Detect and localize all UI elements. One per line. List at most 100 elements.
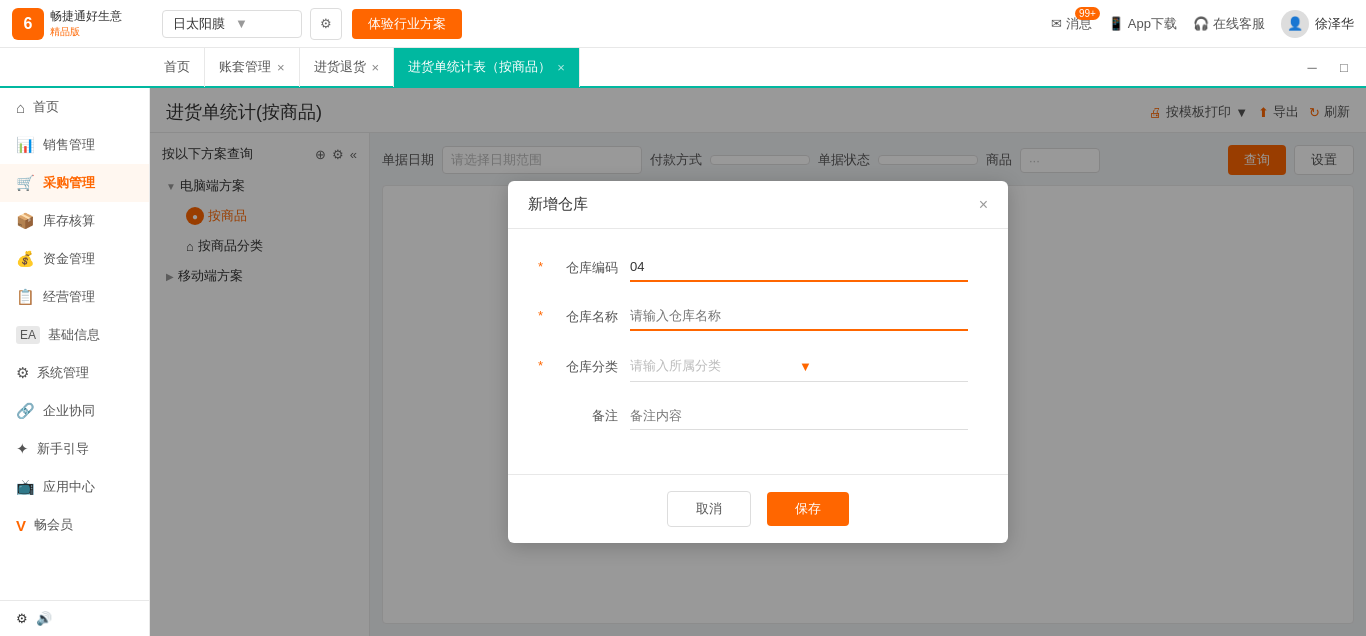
sidebar-item-enterprise[interactable]: 🔗 企业协同 (0, 392, 149, 430)
sidebar-system-label: 系统管理 (37, 364, 89, 382)
sidebar-item-system[interactable]: ⚙ 系统管理 (0, 354, 149, 392)
category-placeholder: 请输入所属分类 (630, 357, 799, 375)
message-badge: 99+ (1075, 7, 1100, 20)
message-button[interactable]: ✉ 消息 99+ (1051, 15, 1092, 33)
app-icon: 📱 (1108, 16, 1124, 31)
code-label: 仓库编码 (548, 259, 618, 277)
service-button[interactable]: 🎧 在线客服 (1193, 15, 1265, 33)
sidebar-item-app-center[interactable]: 📺 应用中心 (0, 468, 149, 506)
form-row-category: 仓库分类 请输入所属分类 ▼ (548, 351, 968, 382)
sidebar-item-guide[interactable]: ✦ 新手引导 (0, 430, 149, 468)
note-input[interactable] (630, 402, 968, 430)
logo-area: 6 畅捷通好生意 精品版 (12, 8, 162, 40)
sidebar-app-center-label: 应用中心 (43, 478, 95, 496)
tab-purchase-stats-close[interactable]: × (557, 60, 565, 75)
cancel-button[interactable]: 取消 (667, 491, 751, 527)
sidebar-item-basic-info[interactable]: EA 基础信息 (0, 316, 149, 354)
sales-icon: 📊 (16, 136, 35, 154)
sidebar: ⌂ 首页 📊 销售管理 🛒 采购管理 📦 库存核算 💰 资金管理 📋 经营管理 … (0, 88, 150, 636)
sidebar-enterprise-label: 企业协同 (43, 402, 95, 420)
volume-icon[interactable]: 🔊 (36, 611, 52, 626)
service-label: 在线客服 (1213, 15, 1265, 33)
app-label: App下载 (1128, 15, 1177, 33)
form-row-code: 仓库编码 (548, 253, 968, 282)
tab-maximize-button[interactable]: □ (1330, 53, 1358, 81)
sidebar-sales-label: 销售管理 (43, 136, 95, 154)
store-name: 日太阳膜 (173, 15, 229, 33)
sidebar-item-home[interactable]: ⌂ 首页 (0, 88, 149, 126)
chevron-down-icon: ▼ (235, 16, 291, 31)
membership-icon: V (16, 517, 26, 534)
modal-overlay: 新增仓库 × 仓库编码 仓库名称 仓库分类 (150, 88, 1366, 636)
sidebar-basic-label: 基础信息 (48, 326, 100, 344)
sidebar-guide-label: 新手引导 (37, 440, 89, 458)
tab-purchase-stats[interactable]: 进货单统计表（按商品） × (394, 47, 580, 87)
category-select[interactable]: 请输入所属分类 ▼ (630, 351, 968, 382)
tab-account[interactable]: 账套管理 × (205, 47, 300, 87)
user-area[interactable]: 👤 徐泽华 (1281, 10, 1354, 38)
home-icon: ⌂ (16, 99, 25, 116)
modal-body: 仓库编码 仓库名称 仓库分类 请输入所属分类 ▼ (508, 229, 1008, 474)
app-download-button[interactable]: 📱 App下载 (1108, 15, 1177, 33)
tab-purchase-return-label: 进货退货 (314, 58, 366, 76)
tab-bar: 首页 账套管理 × 进货退货 × 进货单统计表（按商品） × ─ □ (0, 48, 1366, 88)
name-label: 仓库名称 (548, 308, 618, 326)
basic-info-icon: EA (16, 326, 40, 344)
tab-purchase-return[interactable]: 进货退货 × (300, 47, 395, 87)
sidebar-item-inventory[interactable]: 📦 库存核算 (0, 202, 149, 240)
category-label: 仓库分类 (548, 358, 618, 376)
tab-account-label: 账套管理 (219, 58, 271, 76)
enterprise-icon: 🔗 (16, 402, 35, 420)
avatar: 👤 (1281, 10, 1309, 38)
tab-purchase-stats-label: 进货单统计表（按商品） (408, 58, 551, 76)
user-name: 徐泽华 (1315, 15, 1354, 33)
modal-title: 新增仓库 (528, 195, 588, 214)
code-input[interactable] (630, 253, 968, 282)
headset-icon: 🎧 (1193, 16, 1209, 31)
tab-home[interactable]: 首页 (150, 47, 205, 87)
sidebar-operations-label: 经营管理 (43, 288, 95, 306)
modal-close-button[interactable]: × (979, 196, 988, 214)
tab-minimize-button[interactable]: ─ (1298, 53, 1326, 81)
store-selector[interactable]: 日太阳膜 ▼ (162, 10, 302, 38)
tab-home-label: 首页 (164, 58, 190, 76)
sidebar-bottom: ⚙ 🔊 (0, 600, 149, 636)
logo-text: 畅捷通好生意 (50, 8, 122, 25)
category-arrow-icon: ▼ (799, 359, 968, 374)
sidebar-purchase-label: 采购管理 (43, 174, 95, 192)
save-button[interactable]: 保存 (767, 492, 849, 526)
sidebar-item-sales[interactable]: 📊 销售管理 (0, 126, 149, 164)
inventory-icon: 📦 (16, 212, 35, 230)
purchase-icon: 🛒 (16, 174, 35, 192)
settings-button[interactable]: ⚙ (310, 8, 342, 40)
top-header: 6 畅捷通好生意 精品版 日太阳膜 ▼ ⚙ 体验行业方案 ✉ 消息 99+ 📱 … (0, 0, 1366, 48)
sidebar-item-operations[interactable]: 📋 经营管理 (0, 278, 149, 316)
logo-icon: 6 (12, 8, 44, 40)
tab-purchase-return-close[interactable]: × (372, 60, 380, 75)
message-icon: ✉ (1051, 16, 1062, 31)
sidebar-item-purchase[interactable]: 🛒 采购管理 (0, 164, 149, 202)
sidebar-item-finance[interactable]: 💰 资金管理 (0, 240, 149, 278)
form-row-name: 仓库名称 (548, 302, 968, 331)
sidebar-membership-label: 畅会员 (34, 516, 73, 534)
sidebar-item-membership[interactable]: V 畅会员 (0, 506, 149, 544)
modal-header: 新增仓库 × (508, 181, 1008, 229)
header-right: ✉ 消息 99+ 📱 App下载 🎧 在线客服 👤 徐泽华 (1051, 10, 1354, 38)
content-area: 进货单统计(按商品) 🖨 按模板打印 ▼ ⬆ 导出 ↻ 刷新 (150, 88, 1366, 636)
logo-sub: 精品版 (50, 25, 122, 39)
sidebar-finance-label: 资金管理 (43, 250, 95, 268)
settings-bottom-icon[interactable]: ⚙ (16, 611, 28, 626)
finance-icon: 💰 (16, 250, 35, 268)
modal-new-warehouse: 新增仓库 × 仓库编码 仓库名称 仓库分类 (508, 181, 1008, 543)
form-row-note: 备注 (548, 402, 968, 430)
name-input[interactable] (630, 302, 968, 331)
operations-icon: 📋 (16, 288, 35, 306)
tab-account-close[interactable]: × (277, 60, 285, 75)
main-layout: ⌂ 首页 📊 销售管理 🛒 采购管理 📦 库存核算 💰 资金管理 📋 经营管理 … (0, 88, 1366, 636)
trial-button[interactable]: 体验行业方案 (352, 9, 462, 39)
system-icon: ⚙ (16, 364, 29, 382)
app-center-icon: 📺 (16, 478, 35, 496)
guide-icon: ✦ (16, 440, 29, 458)
modal-footer: 取消 保存 (508, 474, 1008, 543)
sidebar-home-label: 首页 (33, 98, 59, 116)
